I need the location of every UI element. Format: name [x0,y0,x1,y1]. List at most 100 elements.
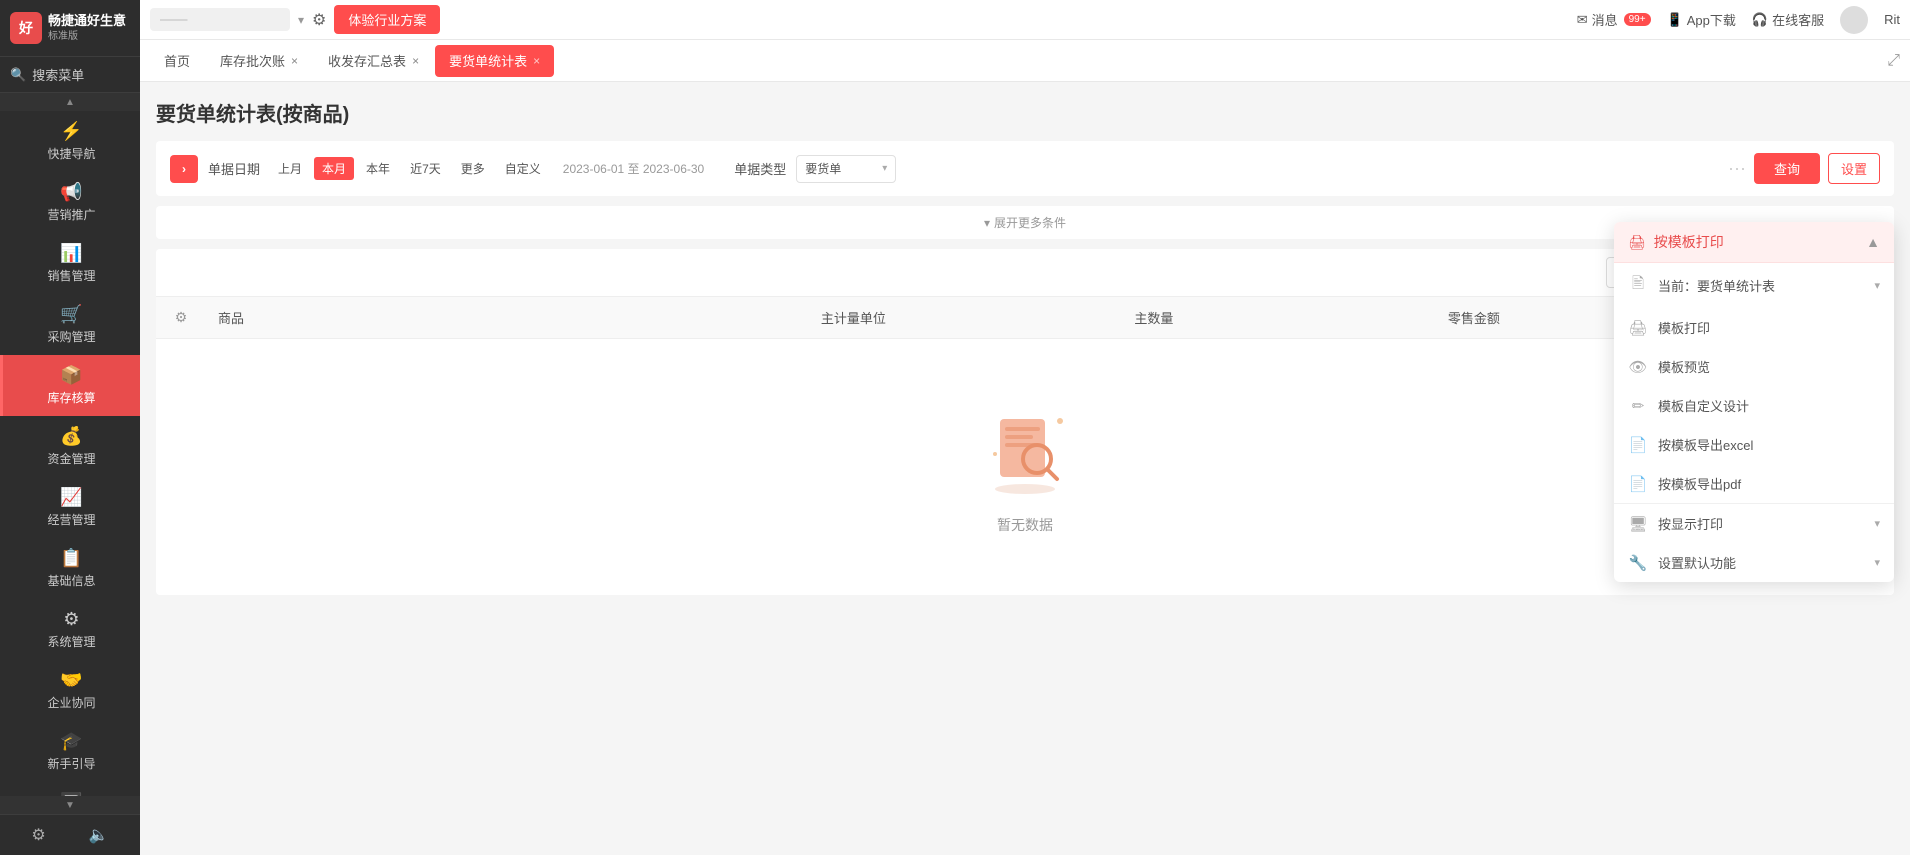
sidebar-item-corp[interactable]: 🤝 企业协同 [0,660,140,721]
online-service-button[interactable]: 🎧 在线客服 [1752,10,1824,29]
popup-template-preview[interactable]: 👁 模板预览 [1614,347,1894,386]
marketing-icon: 📢 [60,182,82,203]
template-icon: 🖹 [1628,273,1648,298]
user-name: Rit [1884,12,1900,27]
sidebar-item-guide[interactable]: 🎓 新手引导 [0,721,140,782]
logo-text: 畅捷通好生意 标准版 [48,12,126,44]
custom-date-btn[interactable]: 自定义 [497,157,549,180]
sidebar-nav: ⚡ 快捷导航 📢 营销推广 📊 销售管理 🛒 采购管理 📦 库存核算 💰 资金管… [0,111,140,796]
chevron-right-icon: › [182,162,186,176]
empty-illustration [975,399,1075,499]
settings-footer-icon[interactable]: ⚙ [31,825,45,845]
sidebar-item-system[interactable]: ⚙ 系统管理 [0,599,140,660]
sidebar-search[interactable]: 🔍 搜索菜单 [0,57,140,93]
expand-more-button[interactable]: ▾ 展开更多条件 [970,210,1080,235]
basic-icon: 📋 [60,548,82,569]
tabs-right: ⤢ [1887,52,1900,70]
this-year-btn[interactable]: 本年 [358,157,398,180]
try-solution-button[interactable]: 体验行业方案 [334,5,440,34]
query-button[interactable]: 查询 [1754,153,1820,184]
popup-default-func[interactable]: 🔧 设置默认功能 ▾ [1614,543,1894,582]
popup-template-print[interactable]: 🖨 模板打印 [1614,308,1894,347]
date-buttons: 上月 本月 本年 近7天 更多 自定义 [270,157,549,180]
operation-icon: 📈 [60,487,82,508]
filter-bar: › 单据日期 上月 本月 本年 近7天 更多 自定义 2023-06-01 至 … [156,141,1894,196]
main-area: ⎯⎯⎯⎯⎯ ▾ ⚙ 体验行业方案 ✉ 消息 99+ 📱 App下载 🎧 在线客服… [140,0,1910,855]
topbar-right: ✉ 消息 99+ 📱 App下载 🎧 在线客服 Rit [1577,6,1900,34]
sidebar-item-finance[interactable]: 💰 资金管理 [0,416,140,477]
section2-chevron-icon: ▾ [1874,556,1880,569]
last-month-btn[interactable]: 上月 [270,157,310,180]
select-chevron-icon: ▾ [882,163,887,174]
tab-receivable-summary[interactable]: 收发存汇总表 × [314,45,433,77]
logo: 好 畅捷通好生意 标准版 [0,0,140,57]
page-title: 要货单统计表(按商品) [156,98,1894,127]
tab-close-purchase-stat[interactable]: × [533,54,540,68]
th-unit: 主计量单位 [809,308,1122,327]
download-icon: 📱 [1667,12,1683,28]
print-dropdown: 🖨 按模板打印 ▲ 🖹 当前：要货单统计表 ▾ 🖨 模板打印 👁 模板预览 [1614,222,1894,582]
sidebar-item-operation[interactable]: 📈 经营管理 [0,477,140,538]
sidebar-item-sales[interactable]: 📊 销售管理 [0,233,140,294]
headset-icon: 🎧 [1752,12,1768,28]
top-bar-search-box: ⎯⎯⎯⎯⎯ [150,8,290,31]
tab-close-inventory-batch[interactable]: × [291,54,298,68]
current-chevron-icon: ▾ [1874,279,1880,292]
sidebar-item-shortcut[interactable]: ⚡ 快捷导航 [0,111,140,172]
th-qty: 主数量 [1122,308,1435,327]
guide-icon: 🎓 [60,731,82,752]
column-settings-icon[interactable]: ⚙ [175,309,188,326]
app-download-button[interactable]: 📱 App下载 [1667,10,1736,29]
popup-collapse-icon[interactable]: ▲ [1866,234,1880,250]
user-avatar[interactable] [1840,6,1868,34]
tabs-bar: 首页 库存批次账 × 收发存汇总表 × 要货单统计表 × ⤢ [140,40,1910,82]
chevron-down-icon[interactable]: ▾ [298,13,304,27]
date-label: 单据日期 [208,159,260,178]
sidebar-item-basic[interactable]: 📋 基础信息 [0,538,140,599]
message-icon: ✉ [1577,12,1588,28]
gear-icon[interactable]: ⚙ [312,10,326,30]
type-label: 单据类型 [734,159,786,178]
filter-expand-button[interactable]: › [170,155,198,183]
popup-section: 🖥 按显示打印 ▾ 🔧 设置默认功能 ▾ [1614,503,1894,582]
popup-export-excel[interactable]: 📄 按模板导出excel [1614,425,1894,464]
sidebar-item-appstore[interactable]: 🔲 应用中心 [0,782,140,796]
scroll-down[interactable]: ▼ [0,796,140,814]
popup-header: 🖨 按模板打印 ▲ [1614,222,1894,263]
scroll-up[interactable]: ▲ [0,93,140,111]
sidebar-item-marketing[interactable]: 📢 营销推广 [0,172,140,233]
expand-icon: ▾ [984,216,990,230]
messages-button[interactable]: ✉ 消息 99+ [1577,10,1651,29]
sidebar-item-purchase[interactable]: 🛒 采购管理 [0,294,140,355]
date-range: 2023-06-01 至 2023-06-30 [563,160,704,177]
logo-icon: 好 [10,12,42,44]
section-chevron-icon: ▾ [1874,517,1880,530]
settings-button[interactable]: 设置 [1828,153,1880,184]
last-7-days-btn[interactable]: 近7天 [402,157,449,180]
more-dates-btn[interactable]: 更多 [453,157,493,180]
tab-home[interactable]: 首页 [150,45,204,77]
top-bar: ⎯⎯⎯⎯⎯ ▾ ⚙ 体验行业方案 ✉ 消息 99+ 📱 App下载 🎧 在线客服… [140,0,1910,40]
tab-inventory-batch[interactable]: 库存批次账 × [206,45,312,77]
sound-footer-icon[interactable]: 🔈 [89,825,109,845]
default-func-icon: 🔧 [1628,554,1648,572]
popup-current-template[interactable]: 🖹 当前：要货单统计表 ▾ [1614,263,1894,308]
corp-icon: 🤝 [60,670,82,691]
tab-close-receivable-summary[interactable]: × [412,54,419,68]
popup-display-print[interactable]: 🖥 按显示打印 ▾ [1614,504,1894,543]
tab-purchase-stat[interactable]: 要货单统计表 × [435,45,554,77]
th-settings[interactable]: ⚙ [156,309,206,326]
popup-template-custom[interactable]: ✏ 模板自定义设计 [1614,386,1894,425]
this-month-btn[interactable]: 本月 [314,157,354,180]
type-select[interactable]: 要货单 ▾ [796,155,896,183]
display-print-icon: 🖥 [1628,515,1648,533]
template-print-icon: 🖨 [1628,319,1648,337]
empty-text: 暂无数据 [997,515,1053,535]
popup-export-pdf[interactable]: 📄 按模板导出pdf [1614,464,1894,503]
sidebar-item-inventory[interactable]: 📦 库存核算 [0,355,140,416]
maximize-icon[interactable]: ⤢ [1887,52,1900,70]
sidebar-footer: ⚙ 🔈 [0,814,140,855]
preview-icon: 👁 [1628,358,1648,376]
more-options-icon[interactable]: ··· [1728,158,1746,179]
finance-icon: 💰 [60,426,82,447]
